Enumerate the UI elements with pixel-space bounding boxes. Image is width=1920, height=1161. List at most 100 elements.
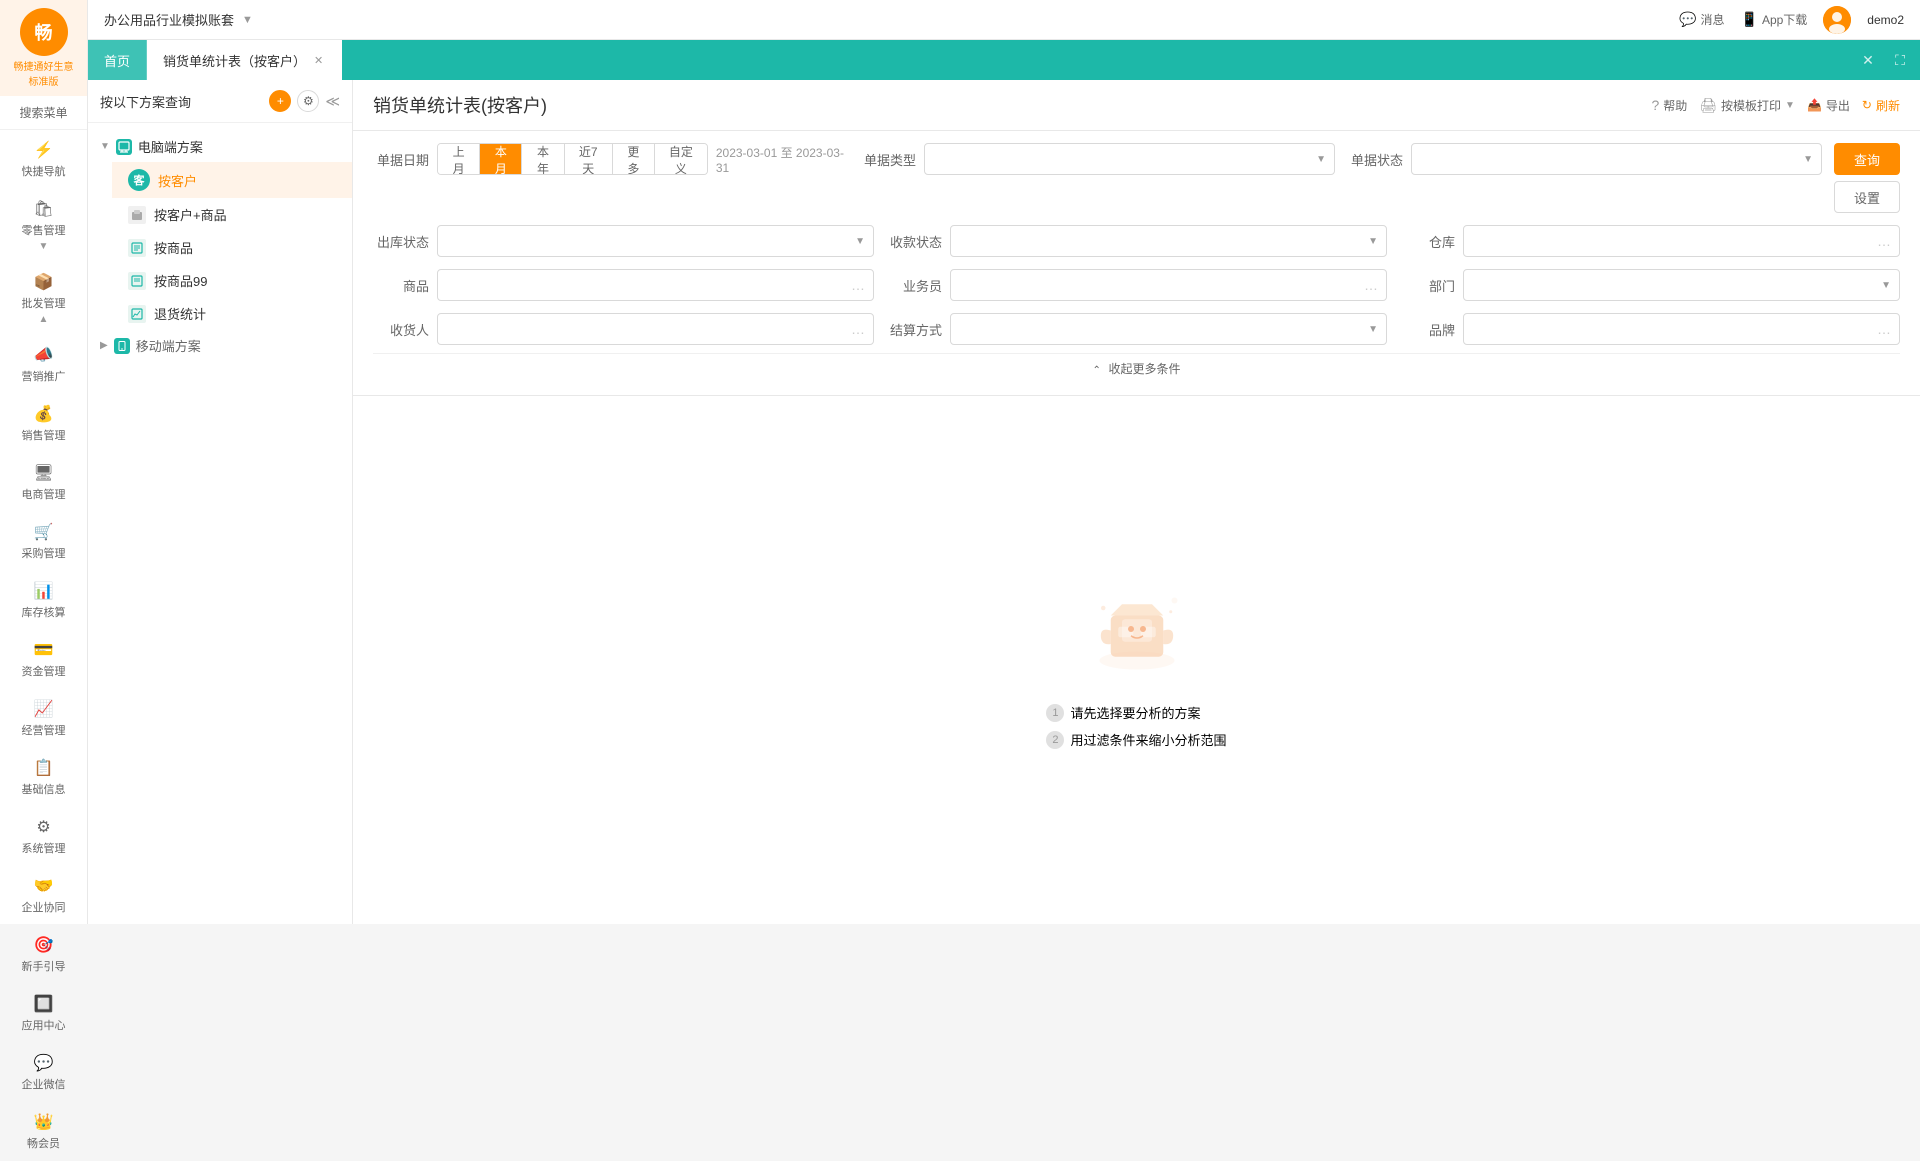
- date-range-display: 2023-03-01 至 2023-03-31: [716, 144, 848, 175]
- app-download-action[interactable]: 📱 App下载: [1741, 11, 1808, 28]
- tree-item-return-stats[interactable]: 退货统计: [112, 297, 352, 330]
- warehouse-dots-icon: …: [1877, 233, 1891, 249]
- scheme-add-btn[interactable]: +: [269, 90, 291, 112]
- payment-status-arrow-icon: ▼: [1368, 236, 1378, 247]
- tree-item-by-product[interactable]: 按商品: [112, 231, 352, 264]
- by-product-label: 按商品: [154, 238, 193, 257]
- sidebar-item-member[interactable]: 👑 畅会员: [0, 1102, 87, 1161]
- tree-group-desktop-arrow-icon: ▼: [100, 141, 110, 152]
- sidebar-item-finance[interactable]: 💳 资金管理: [0, 630, 87, 689]
- date-this-month-btn[interactable]: 本月: [480, 143, 522, 175]
- date-7days-btn[interactable]: 近7天: [565, 143, 613, 175]
- settlement-select[interactable]: ▼: [950, 313, 1387, 345]
- logo-icon: 畅: [20, 8, 68, 56]
- salesperson-label: 业务员: [886, 276, 942, 295]
- sidebar-item-wholesale[interactable]: 📦 批发管理 ▲: [0, 262, 87, 335]
- app-name: 办公用品行业模拟账套: [104, 10, 234, 29]
- date-this-year-btn[interactable]: 本年: [522, 143, 564, 175]
- refresh-btn[interactable]: ↻ 刷新: [1862, 97, 1900, 114]
- date-custom-btn[interactable]: 自定义: [655, 143, 707, 175]
- return-stats-label: 退货统计: [154, 304, 206, 323]
- sidebar-item-marketing[interactable]: 📣 营销推广: [0, 335, 87, 394]
- sidebar-item-cooperation[interactable]: 🤝 企业协同: [0, 866, 87, 925]
- retail-arrow-icon: ▼: [39, 241, 49, 252]
- export-btn[interactable]: 📤 导出: [1807, 97, 1850, 114]
- payment-status-select[interactable]: ▼: [950, 225, 1387, 257]
- tip-2-num: 2: [1046, 731, 1064, 749]
- recipient-select[interactable]: …: [437, 313, 874, 345]
- export-icon: 📤: [1807, 98, 1822, 112]
- tree-item-by-product-99[interactable]: 按商品99: [112, 264, 352, 297]
- sidebar-item-wechat[interactable]: 💬 企业微信: [0, 1043, 87, 1102]
- sidebar-item-operation[interactable]: 📈 经营管理: [0, 689, 87, 748]
- empty-state-illustration: [1077, 563, 1197, 683]
- message-action[interactable]: 💬 消息: [1679, 11, 1724, 28]
- tree-group-mobile[interactable]: ▶ 移动端方案: [88, 330, 352, 361]
- user-name[interactable]: demo2: [1867, 13, 1904, 27]
- close-window-icon[interactable]: ✕: [1856, 48, 1880, 72]
- tree-item-by-customer-product[interactable]: 按客户+商品: [112, 198, 352, 231]
- ecommerce-icon: 🖥: [33, 463, 53, 483]
- setting-btn[interactable]: 设置: [1834, 181, 1900, 213]
- scheme-settings-btn[interactable]: ⚙: [297, 90, 319, 112]
- wechat-icon: 💬: [34, 1053, 54, 1073]
- warehouse-select[interactable]: …: [1463, 225, 1900, 257]
- product-select[interactable]: …: [437, 269, 874, 301]
- tab-sales-stats[interactable]: 销货单统计表（按客户） ✕: [147, 40, 342, 80]
- sidebar-item-shortcuts[interactable]: ⚡ 快捷导航: [0, 130, 87, 189]
- brand-select[interactable]: …: [1463, 313, 1900, 345]
- department-label: 部门: [1399, 276, 1455, 295]
- header-right: 💬 消息 📱 App下载 demo2: [1679, 6, 1904, 34]
- maximize-window-icon[interactable]: ⛶: [1888, 48, 1912, 72]
- sidebar-item-retail[interactable]: 🛍 零售管理 ▼: [0, 189, 87, 262]
- doc-type-arrow-icon: ▼: [1316, 154, 1326, 165]
- sidebar-item-inventory[interactable]: 📊 库存核算: [0, 571, 87, 630]
- filter-row-4: 收货人 … 结算方式 ▼ 品牌: [373, 313, 1900, 345]
- print-btn[interactable]: 🖨 按模板打印 ▼: [1699, 97, 1795, 114]
- search-menu-label[interactable]: 搜索菜单: [19, 106, 67, 120]
- tree-item-by-customer[interactable]: 客 按客户: [112, 162, 352, 198]
- department-arrow-icon: ▼: [1881, 280, 1891, 291]
- print-dropdown-icon[interactable]: ▼: [1785, 100, 1795, 111]
- sidebar-item-appcenter[interactable]: 🔲 应用中心: [0, 984, 87, 1043]
- operation-icon: 📈: [34, 699, 54, 719]
- sidebar-item-sales[interactable]: 💰 销售管理: [0, 394, 87, 453]
- sidebar-search[interactable]: 搜索菜单: [0, 96, 87, 130]
- delivery-status-select[interactable]: ▼: [437, 225, 874, 257]
- print-label: 按模板打印: [1721, 97, 1781, 114]
- tab-close-icon[interactable]: ✕: [312, 52, 325, 69]
- sidebar-item-purchase[interactable]: 🛒 采购管理: [0, 512, 87, 571]
- brand-dots-icon: …: [1877, 321, 1891, 337]
- help-btn[interactable]: ? 帮助: [1651, 97, 1687, 114]
- tab-home[interactable]: 首页: [88, 40, 147, 80]
- sidebar-item-system[interactable]: ⚙ 系统管理: [0, 807, 87, 866]
- sidebar: 畅 畅捷通好生意标准版 搜索菜单 ⚡ 快捷导航 🛍 零售管理 ▼ 📦 批发管理 …: [0, 0, 88, 924]
- department-select[interactable]: ▼: [1463, 269, 1900, 301]
- empty-tips: 1 请先选择要分析的方案 2 用过滤条件来缩小分析范围: [1046, 703, 1226, 757]
- appcenter-icon: 🔲: [34, 994, 54, 1014]
- tree-group-desktop: ▼ 电脑端方案 客: [88, 131, 352, 330]
- collapse-bar[interactable]: ⌃ 收起更多条件: [373, 353, 1900, 383]
- tip-1-num: 1: [1046, 704, 1064, 722]
- doc-type-select[interactable]: ▼: [924, 143, 1335, 175]
- date-more-btn[interactable]: 更多: [613, 143, 655, 175]
- return-stats-icon: [128, 305, 146, 323]
- salesperson-dots-icon: …: [1364, 277, 1378, 293]
- sidebar-item-newbie[interactable]: 🎯 新手引导: [0, 925, 87, 984]
- scheme-header-actions: + ⚙ ≪: [269, 90, 340, 112]
- sidebar-item-basic[interactable]: 📋 基础信息: [0, 748, 87, 807]
- app-name-dropdown-icon[interactable]: ▼: [242, 14, 253, 26]
- shortcuts-icon: ⚡: [34, 140, 54, 160]
- avatar: [1823, 6, 1851, 34]
- date-last-month-btn[interactable]: 上月: [438, 143, 480, 175]
- tree-group-desktop-header[interactable]: ▼ 电脑端方案: [88, 131, 352, 162]
- salesperson-select[interactable]: …: [950, 269, 1387, 301]
- tree-group-mobile-icon: [114, 338, 130, 354]
- sidebar-item-ecommerce[interactable]: 🖥 电商管理: [0, 453, 87, 512]
- query-btn[interactable]: 查询: [1834, 143, 1900, 175]
- tab-home-label: 首页: [104, 51, 130, 70]
- doc-status-select[interactable]: ▼: [1411, 143, 1822, 175]
- scheme-collapse-icon[interactable]: ≪: [325, 93, 340, 110]
- purchase-icon: 🛒: [34, 522, 54, 542]
- app-download-label: App下载: [1762, 11, 1807, 28]
